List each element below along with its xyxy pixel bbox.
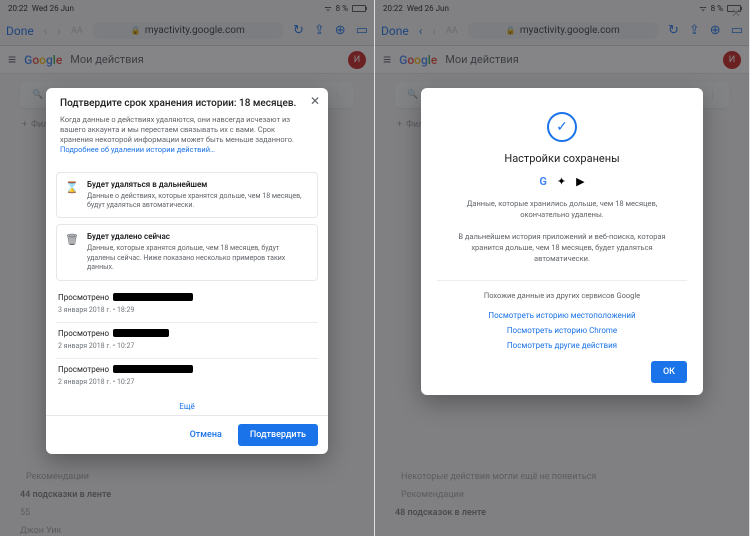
redacted	[113, 329, 169, 337]
cancel-button[interactable]: Отмена	[182, 424, 230, 446]
left-screenshot: 20:22 Wed 26 Jun ᯤ 8 % Done ‹ › AA 🔒 mya…	[0, 0, 375, 536]
redacted	[113, 293, 193, 301]
success-text-2: В дальнейшем история приложений и веб-по…	[437, 231, 687, 265]
close-icon[interactable]: ✕	[310, 94, 320, 108]
success-title: Настройки сохранены	[504, 152, 619, 165]
activity-item: Просмотрено 3 января 2018 г. • 18:29	[56, 287, 318, 323]
check-icon: ✓	[547, 112, 577, 142]
confirm-retention-modal: ✕ Подтвердите срок хранения истории: 18 …	[46, 88, 328, 454]
activity-item: Просмотрено 2 января 2018 г. • 10:27	[56, 323, 318, 359]
future-delete-box: ⌛ Будет удаляться в дальнейшем Данные о …	[56, 172, 318, 219]
activity-item: Просмотрено 2 января 2018 г. • 10:27	[56, 359, 318, 394]
modal-description: Когда данные о действиях удаляются, они …	[60, 115, 300, 156]
modal-title: Подтвердите срок хранения истории: 18 ме…	[60, 98, 300, 109]
more-link[interactable]: Ещё	[56, 394, 318, 415]
now-delete-box: 🗑 Будет удалено сейчас Данные, которые х…	[56, 224, 318, 280]
other-services-label: Похожие данные из других сервисов Google	[484, 291, 640, 300]
right-screenshot: 20:22 Wed 26 Jun ᯤ 8 % Done ‹ › AA 🔒 mya…	[375, 0, 750, 536]
modal-overlay: ✕ ✓ Настройки сохранены G ✦ ▶ Данные, ко…	[375, 0, 749, 536]
confirm-button[interactable]: Подтвердить	[238, 424, 318, 446]
success-text-1: Данные, которые хранились дольше, чем 18…	[437, 198, 687, 221]
modal-overlay: ✕ Подтвердите срок хранения истории: 18 …	[0, 0, 374, 536]
trash-icon: 🗑	[65, 233, 79, 246]
box1-text: Данные о действиях, которые хранятся дол…	[87, 192, 309, 211]
google-g-icon: G	[539, 175, 547, 188]
redacted	[113, 365, 193, 373]
divider	[437, 280, 687, 281]
assistant-icon: ✦	[557, 175, 566, 188]
learn-more-link[interactable]: Подробнее об удалении истории действий…	[60, 145, 215, 154]
settings-saved-modal: ✕ ✓ Настройки сохранены G ✦ ▶ Данные, ко…	[421, 88, 703, 395]
link-location-history[interactable]: Посмотреть историю местоположений	[488, 311, 635, 320]
box2-text: Данные, которые хранятся дольше, чем 18 …	[87, 244, 309, 272]
hourglass-icon: ⌛	[65, 181, 79, 194]
box1-title: Будет удаляться в дальнейшем	[87, 180, 309, 189]
play-icon: ▶	[576, 175, 584, 188]
link-chrome-history[interactable]: Посмотреть историю Chrome	[507, 326, 617, 335]
service-icons: G ✦ ▶	[539, 175, 584, 188]
link-other-activity[interactable]: Посмотреть другие действия	[507, 341, 617, 350]
ok-button[interactable]: ОК	[651, 361, 687, 383]
box2-title: Будет удалено сейчас	[87, 232, 309, 241]
